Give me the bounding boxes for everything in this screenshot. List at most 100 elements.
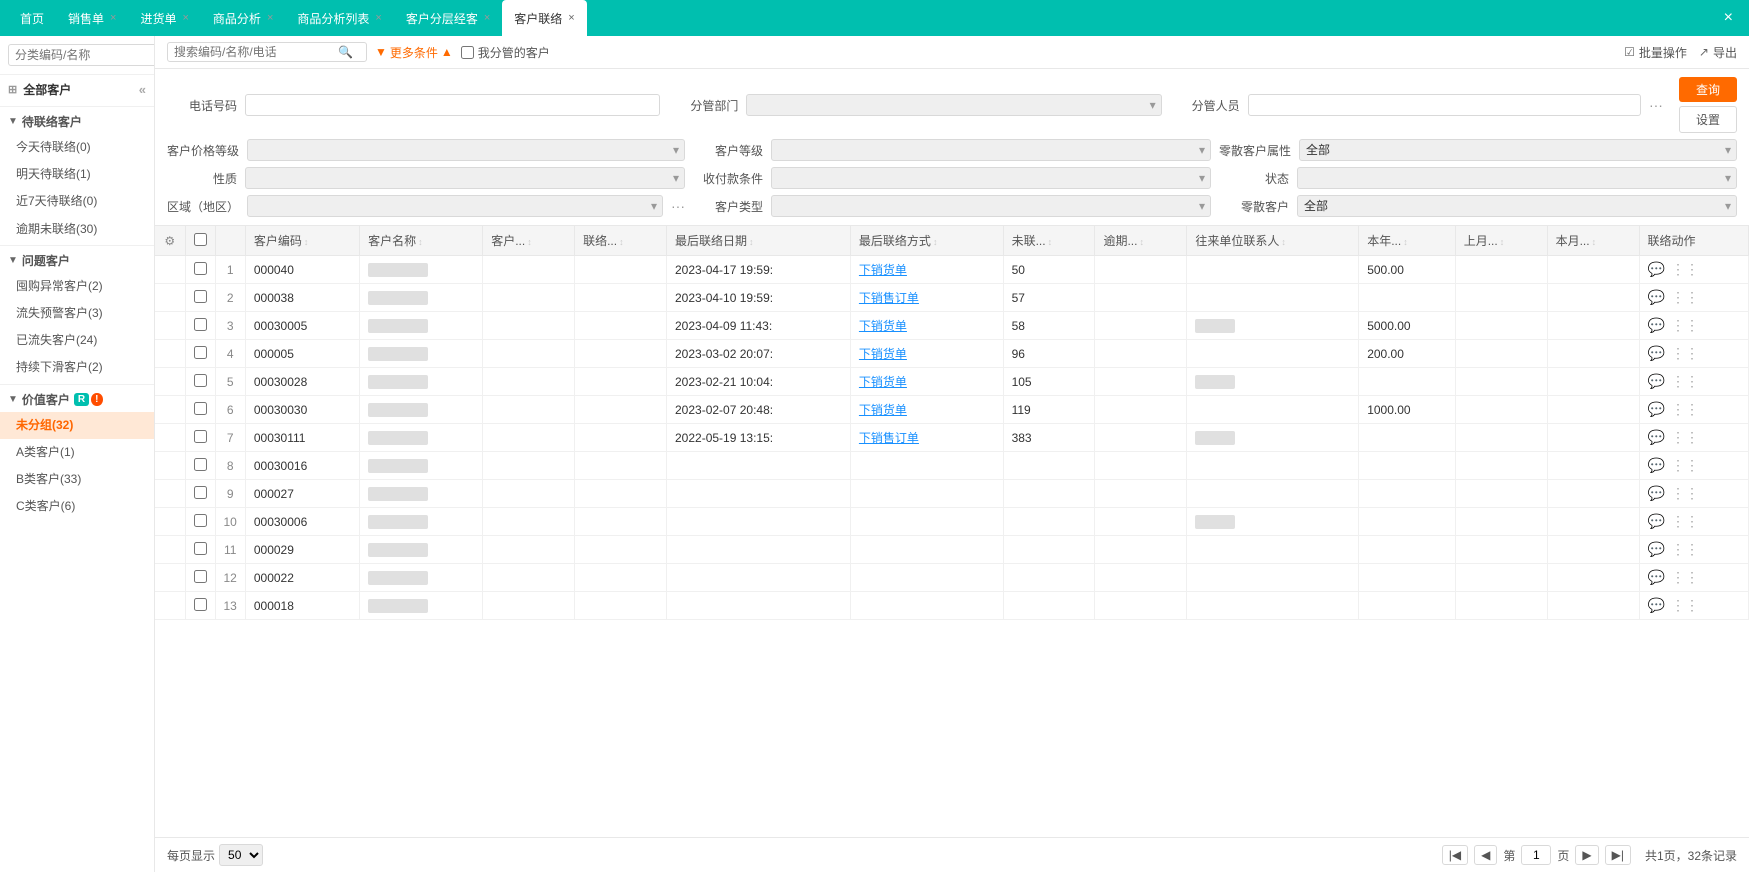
page-input[interactable]	[1521, 845, 1551, 865]
select-all-checkbox[interactable]	[194, 233, 207, 246]
per-page-select[interactable]: 50	[219, 844, 263, 866]
close-goods-list-icon[interactable]: ×	[375, 12, 381, 24]
last-way-link-3[interactable]: 下销货单	[859, 347, 907, 361]
action-call-0[interactable]: 💬	[1648, 261, 1665, 278]
col-last-contact-way-header[interactable]: 最后联络方式↕	[850, 226, 1003, 256]
action-call-9[interactable]: 💬	[1648, 513, 1665, 530]
sidebar-item-churn-warning[interactable]: 流失预警客户(3)	[0, 300, 154, 327]
last-way-link-4[interactable]: 下销货单	[859, 375, 907, 389]
close-sales-icon[interactable]: ×	[110, 12, 116, 24]
action-more-8[interactable]: ⋮⋮	[1671, 485, 1699, 502]
last-page-btn[interactable]: ▶|	[1605, 845, 1631, 865]
col-not-contacted-header[interactable]: 未联...↕	[1003, 226, 1095, 256]
row-check-8[interactable]	[194, 486, 207, 499]
region-select[interactable]	[247, 195, 663, 217]
close-purchase-icon[interactable]: ×	[182, 12, 188, 24]
phone-input[interactable]	[245, 94, 660, 116]
last-way-link-5[interactable]: 下销货单	[859, 403, 907, 417]
action-call-8[interactable]: 💬	[1648, 485, 1665, 502]
action-call-11[interactable]: 💬	[1648, 569, 1665, 586]
row-check-2[interactable]	[194, 318, 207, 331]
reset-button[interactable]: 设置	[1679, 106, 1737, 133]
manager-input[interactable]	[1248, 94, 1641, 116]
action-call-1[interactable]: 💬	[1648, 289, 1665, 306]
manager-more-icon[interactable]: ···	[1649, 97, 1663, 113]
nature-select[interactable]	[245, 167, 685, 189]
col-code-header[interactable]: 客户编码↕	[245, 226, 359, 256]
sidebar-group-problem[interactable]: ▼ 问题客户	[0, 248, 154, 273]
my-customers-checkbox[interactable]	[461, 46, 474, 59]
sidebar-item-hoarding[interactable]: 囤购异常客户(2)	[0, 273, 154, 300]
action-more-1[interactable]: ⋮⋮	[1671, 289, 1699, 306]
top-nav-close-icon[interactable]: ×	[1716, 9, 1741, 27]
sidebar-item-overdue[interactable]: 逾期未联络(30)	[0, 216, 154, 243]
sidebar-item-class-c[interactable]: C类客户(6)	[0, 493, 154, 520]
next-page-btn[interactable]: ▶	[1575, 845, 1598, 865]
filter-search-input[interactable]	[174, 45, 334, 59]
first-page-btn[interactable]: |◀	[1442, 845, 1468, 865]
col-type-header[interactable]: 客户...↕	[483, 226, 575, 256]
action-call-6[interactable]: 💬	[1648, 429, 1665, 446]
close-goods-analysis-icon[interactable]: ×	[267, 12, 273, 24]
customer-level-select[interactable]	[771, 139, 1211, 161]
row-check-6[interactable]	[194, 430, 207, 443]
row-check-9[interactable]	[194, 514, 207, 527]
sidebar-all-customers[interactable]: ⊞ 全部客户 «	[0, 75, 154, 104]
row-check-10[interactable]	[194, 542, 207, 555]
action-more-10[interactable]: ⋮⋮	[1671, 541, 1699, 558]
action-more-9[interactable]: ⋮⋮	[1671, 513, 1699, 530]
gear-icon[interactable]: ⚙	[164, 234, 175, 248]
sidebar-group-value[interactable]: ▼ 价值客户 R !	[0, 387, 154, 412]
row-check-12[interactable]	[194, 598, 207, 611]
customer-type-select[interactable]	[771, 195, 1211, 217]
last-way-link-2[interactable]: 下销货单	[859, 319, 907, 333]
action-more-7[interactable]: ⋮⋮	[1671, 457, 1699, 474]
last-way-link-0[interactable]: 下销货单	[859, 263, 907, 277]
sidebar-item-churned[interactable]: 已流失客户(24)	[0, 327, 154, 354]
col-contact-header[interactable]: 联络...↕	[575, 226, 667, 256]
action-call-4[interactable]: 💬	[1648, 373, 1665, 390]
dept-select[interactable]	[746, 94, 1161, 116]
sidebar-group-pending[interactable]: ▼ 待联络客户	[0, 109, 154, 134]
action-more-2[interactable]: ⋮⋮	[1671, 317, 1699, 334]
action-more-11[interactable]: ⋮⋮	[1671, 569, 1699, 586]
query-button[interactable]: 查询	[1679, 77, 1737, 102]
filter-search-box[interactable]: 🔍	[167, 42, 367, 62]
filter-more-btn[interactable]: ▼ 更多条件 ▲	[375, 44, 453, 61]
sidebar-search-input[interactable]	[8, 44, 155, 66]
close-customer-tier-icon[interactable]: ×	[484, 12, 490, 24]
col-overdue-header[interactable]: 逾期...↕	[1095, 226, 1187, 256]
col-name-header[interactable]: 客户名称↕	[360, 226, 483, 256]
action-more-12[interactable]: ⋮⋮	[1671, 597, 1699, 614]
row-check-5[interactable]	[194, 402, 207, 415]
row-check-1[interactable]	[194, 290, 207, 303]
action-more-6[interactable]: ⋮⋮	[1671, 429, 1699, 446]
row-check-11[interactable]	[194, 570, 207, 583]
action-more-3[interactable]: ⋮⋮	[1671, 345, 1699, 362]
status-select[interactable]	[1297, 167, 1737, 189]
close-customer-contact-icon[interactable]: ×	[568, 12, 574, 24]
row-check-7[interactable]	[194, 458, 207, 471]
action-call-2[interactable]: 💬	[1648, 317, 1665, 334]
tab-goods-analysis[interactable]: 商品分析 ×	[201, 0, 285, 36]
action-call-10[interactable]: 💬	[1648, 541, 1665, 558]
sidebar-collapse-icon[interactable]: «	[139, 82, 146, 97]
row-check-0[interactable]	[194, 262, 207, 275]
scattered-select[interactable]: 全部	[1297, 195, 1737, 217]
col-unit-contact-header[interactable]: 往来单位联系人↕	[1187, 226, 1359, 256]
row-check-3[interactable]	[194, 346, 207, 359]
action-call-3[interactable]: 💬	[1648, 345, 1665, 362]
tab-home[interactable]: 首页	[8, 0, 56, 36]
sidebar-item-today[interactable]: 今天待联络(0)	[0, 134, 154, 161]
col-last-month-header[interactable]: 上月...↕	[1455, 226, 1547, 256]
region-more-icon[interactable]: ···	[671, 198, 685, 214]
action-call-7[interactable]: 💬	[1648, 457, 1665, 474]
last-way-link-1[interactable]: 下销售订单	[859, 291, 919, 305]
action-call-5[interactable]: 💬	[1648, 401, 1665, 418]
action-more-0[interactable]: ⋮⋮	[1671, 261, 1699, 278]
tab-purchase[interactable]: 进货单 ×	[128, 0, 200, 36]
sidebar-item-week[interactable]: 近7天待联络(0)	[0, 188, 154, 215]
sidebar-item-class-a[interactable]: A类客户(1)	[0, 439, 154, 466]
action-call-12[interactable]: 💬	[1648, 597, 1665, 614]
payment-select[interactable]	[771, 167, 1211, 189]
